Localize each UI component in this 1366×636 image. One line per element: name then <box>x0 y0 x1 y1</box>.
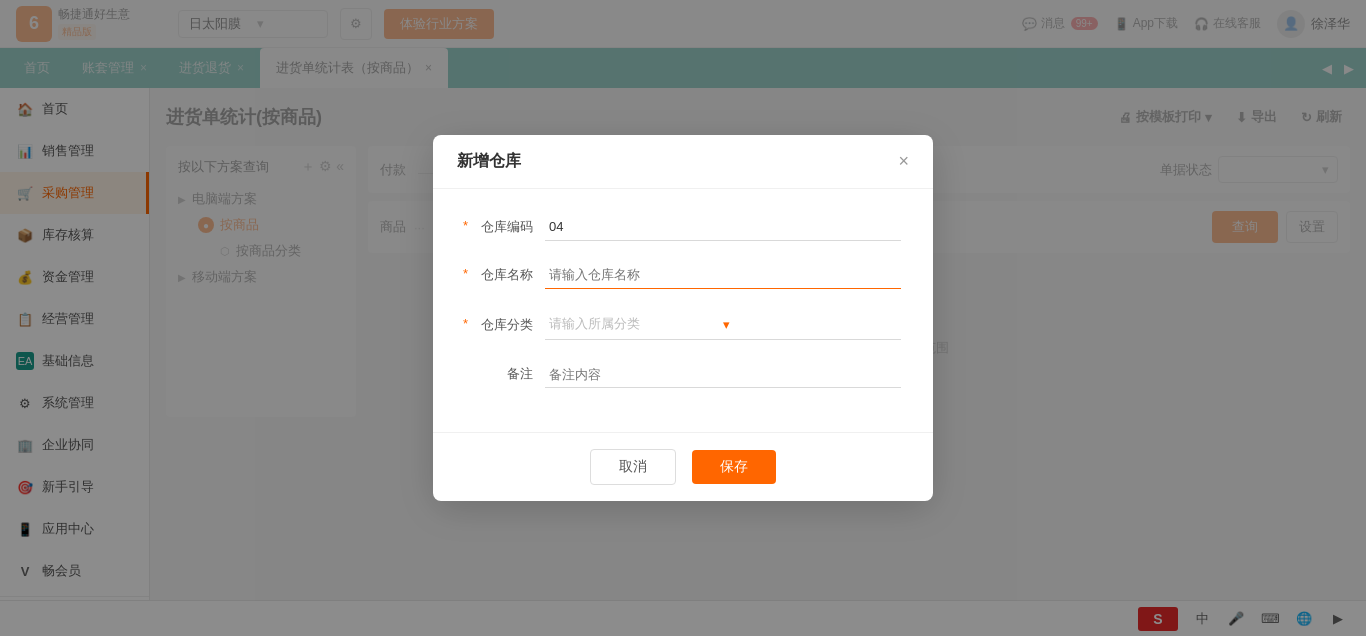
modal-close-button[interactable]: × <box>898 151 909 172</box>
modal-footer: 取消 保存 <box>433 432 933 501</box>
category-label: 仓库分类 <box>465 316 545 334</box>
name-label: 仓库名称 <box>465 266 545 284</box>
category-select[interactable]: 请输入所属分类 ▾ <box>545 309 901 340</box>
modal-title: 新增仓库 <box>457 151 521 172</box>
cancel-button[interactable]: 取消 <box>590 449 676 485</box>
new-warehouse-modal: 新增仓库 × 仓库编码 仓库名称 仓库分类 请输入所属分类 ▾ 备注 取消 保存 <box>433 135 933 501</box>
code-label: 仓库编码 <box>465 218 545 236</box>
save-button[interactable]: 保存 <box>692 450 776 484</box>
name-input[interactable] <box>545 261 901 289</box>
modal-header: 新增仓库 × <box>433 135 933 189</box>
form-row-note: 备注 <box>465 360 901 388</box>
code-input[interactable] <box>545 213 901 241</box>
form-row-code: 仓库编码 <box>465 213 901 241</box>
note-input[interactable] <box>545 360 901 388</box>
form-row-category: 仓库分类 请输入所属分类 ▾ <box>465 309 901 340</box>
category-placeholder: 请输入所属分类 <box>549 315 723 333</box>
form-row-name: 仓库名称 <box>465 261 901 289</box>
category-dropdown-icon: ▾ <box>723 317 897 332</box>
note-label: 备注 <box>465 365 545 383</box>
modal-body: 仓库编码 仓库名称 仓库分类 请输入所属分类 ▾ 备注 <box>433 189 933 432</box>
